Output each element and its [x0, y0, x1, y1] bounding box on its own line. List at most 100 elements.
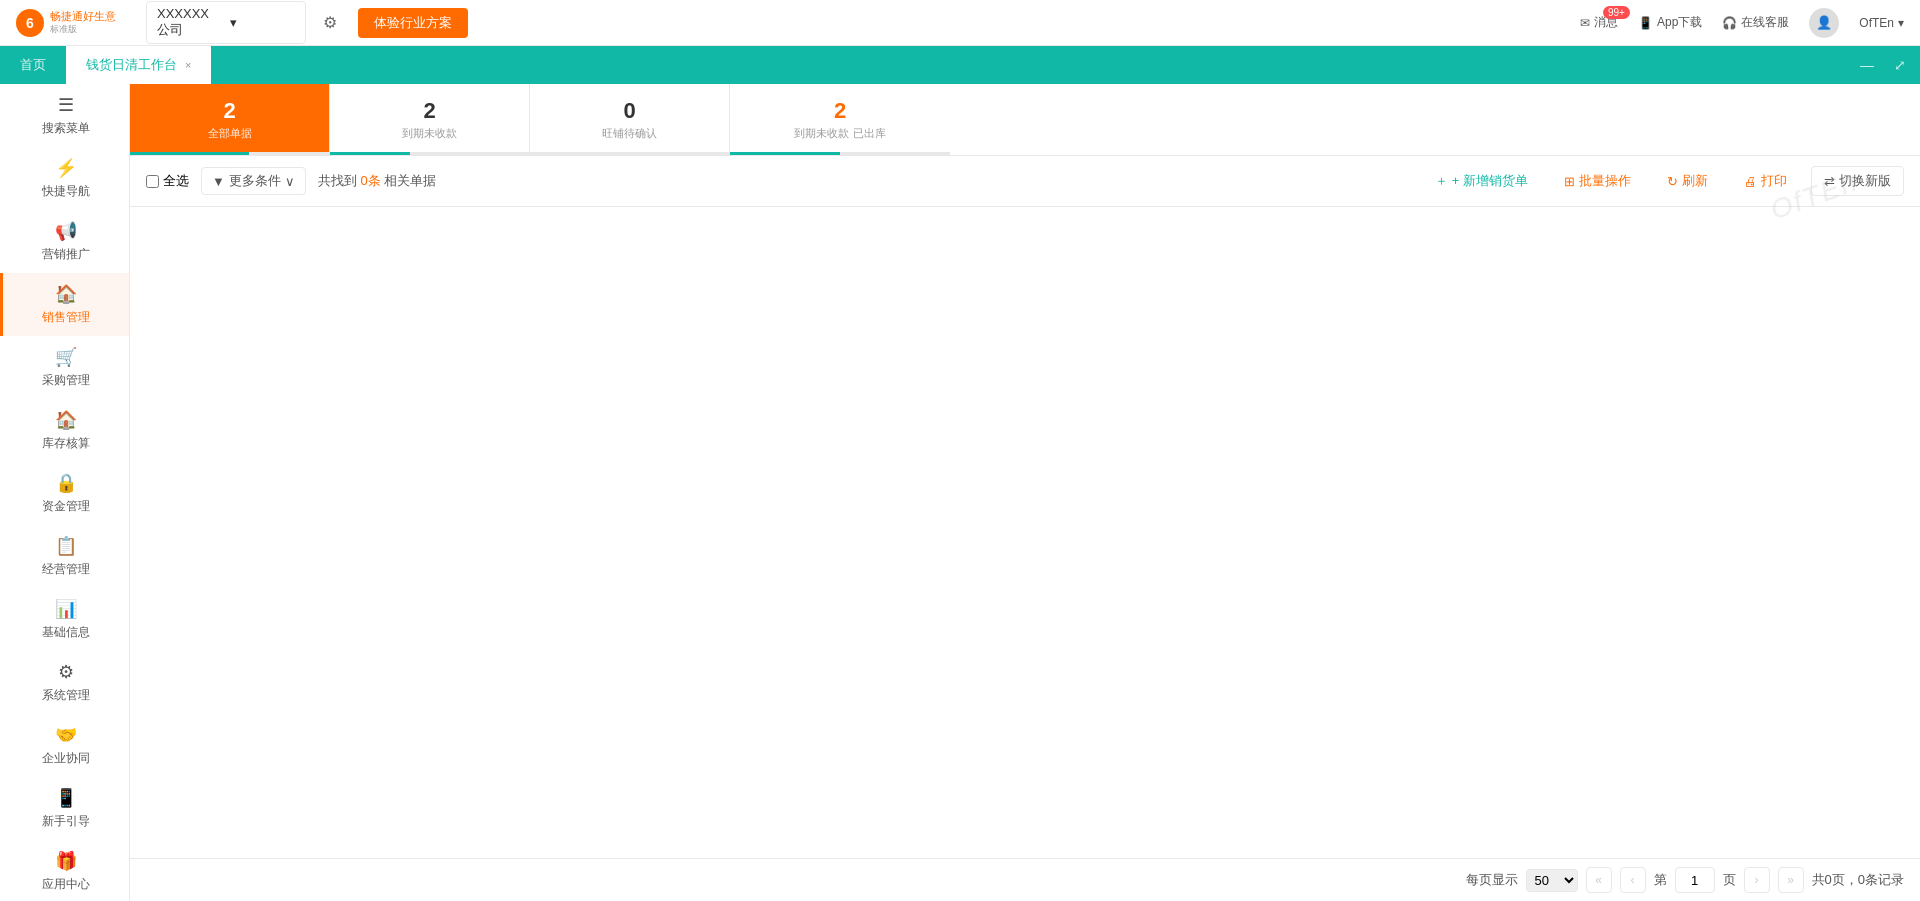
sidebar-item-purchase-label: 采购管理	[42, 372, 90, 389]
logo-icon: 6	[16, 9, 44, 37]
stat-shipped-label: 到期未收款 已出库	[750, 126, 930, 141]
operation-icon: 📋	[55, 535, 77, 557]
toolbar: 全选 ▼ 更多条件 ∨ 共找到 0条 相关单据 ＋ + 新增销货单 ⊞ 批量操作	[130, 156, 1920, 207]
avatar[interactable]: 👤	[1809, 8, 1839, 38]
sidebar-item-finance-label: 资金管理	[42, 498, 90, 515]
found-prefix: 共找到	[318, 173, 357, 188]
sidebar-item-basics[interactable]: 📊 基础信息	[0, 588, 129, 651]
user-name: OfTEn	[1859, 16, 1894, 30]
batch-label: 批量操作	[1579, 172, 1631, 190]
select-all-input[interactable]	[146, 175, 159, 188]
sidebar-item-marketing[interactable]: 📢 营销推广	[0, 210, 129, 273]
refresh-button[interactable]: ↻ 刷新	[1655, 167, 1720, 195]
stat-overdue-progress-bar	[330, 152, 410, 155]
user-dropdown-icon: ▾	[1898, 16, 1904, 30]
trial-button[interactable]: 体验行业方案	[358, 8, 468, 38]
online-service-label: 在线客服	[1741, 14, 1789, 31]
prev-page-button[interactable]: ‹	[1620, 867, 1646, 893]
messages-badge: 99+	[1603, 6, 1630, 19]
window-minimize-btn[interactable]: —	[1854, 53, 1880, 77]
refresh-icon: ↻	[1667, 174, 1678, 189]
settings-button[interactable]: ⚙	[314, 7, 346, 39]
stat-card-wangpu[interactable]: 0 旺铺待确认	[530, 84, 730, 155]
system-icon: ⚙	[58, 661, 74, 683]
logo-name: 畅捷通好生意	[50, 9, 116, 23]
user-name-area[interactable]: OfTEn ▾	[1859, 16, 1904, 30]
sidebar-item-search-menu[interactable]: ☰ 搜索菜单	[0, 84, 129, 147]
dropdown-icon: ▾	[230, 15, 295, 30]
stat-card-all[interactable]: 2 全部单据	[130, 84, 330, 155]
page-input[interactable]	[1675, 867, 1715, 893]
app-download-label: App下载	[1657, 14, 1702, 31]
per-page-select[interactable]: 50 20 100	[1526, 869, 1578, 892]
table-area	[130, 207, 1920, 858]
company-selector[interactable]: XXXXXX公司 ▾	[146, 1, 306, 44]
switch-version-button[interactable]: ⇄ 切换新版	[1811, 166, 1904, 196]
stat-shipped-progress	[730, 152, 950, 155]
main-layout: ☰ 搜索菜单 ⚡ 快捷导航 📢 营销推广 🏠 销售管理 🛒 采购管理 🏠 库存核…	[0, 84, 1920, 901]
select-all-checkbox[interactable]: 全选	[146, 172, 189, 190]
nav-tabs: 首页 钱货日清工作台 × — ⤢	[0, 46, 1920, 84]
appstore-icon: 🎁	[55, 850, 77, 872]
select-all-label: 全选	[163, 172, 189, 190]
settings-icon: ⚙	[323, 13, 337, 32]
sidebar-item-purchase[interactable]: 🛒 采购管理	[0, 336, 129, 399]
sidebar-item-cooperation[interactable]: 🤝 企业协同	[0, 714, 129, 777]
logo-area: 6 畅捷通好生意 标准版	[16, 9, 146, 37]
tab-home-label: 首页	[20, 56, 46, 74]
found-suffix: 相关单据	[384, 173, 436, 188]
first-page-button[interactable]: «	[1586, 867, 1612, 893]
refresh-label: 刷新	[1682, 172, 1708, 190]
total-text: 共0页，0条记录	[1812, 871, 1904, 889]
batch-icon: ⊞	[1564, 174, 1575, 189]
last-page-button[interactable]: »	[1778, 867, 1804, 893]
stat-wangpu-label: 旺铺待确认	[550, 126, 709, 141]
app-download-button[interactable]: 📱 App下载	[1638, 14, 1702, 31]
online-service-button[interactable]: 🎧 在线客服	[1722, 14, 1789, 31]
switch-version-label: 切换新版	[1839, 172, 1891, 190]
stat-wangpu-progress	[530, 152, 729, 155]
stat-progress-bar	[130, 152, 249, 155]
sidebar-item-guide-label: 新手引导	[42, 813, 90, 830]
sidebar-item-finance[interactable]: 🔒 资金管理	[0, 462, 129, 525]
top-right-area: ✉ 消息 99+ 📱 App下载 🎧 在线客服 👤 OfTEn ▾	[1580, 8, 1904, 38]
sidebar-item-sales[interactable]: 🏠 销售管理	[0, 273, 129, 336]
batch-button[interactable]: ⊞ 批量操作	[1552, 167, 1643, 195]
sidebar-item-appstore[interactable]: 🎁 应用中心	[0, 840, 129, 901]
window-maximize-btn[interactable]: ⤢	[1888, 53, 1912, 77]
stat-card-shipped[interactable]: 2 到期未收款 已出库	[730, 84, 950, 155]
more-filter-button[interactable]: ▼ 更多条件 ∨	[201, 167, 306, 195]
page-suffix: 页	[1723, 871, 1736, 889]
sidebar-item-quick-nav-label: 快捷导航	[42, 183, 90, 200]
tab-workbench[interactable]: 钱货日清工作台 ×	[66, 46, 211, 84]
nav-tabs-right: — ⤢	[1854, 53, 1920, 77]
stat-shipped-progress-bar	[730, 152, 840, 155]
tab-close-icon[interactable]: ×	[185, 59, 191, 71]
prev-page-icon: ‹	[1631, 873, 1635, 887]
sidebar-item-system[interactable]: ⚙ 系统管理	[0, 651, 129, 714]
sidebar-item-operation[interactable]: 📋 经营管理	[0, 525, 129, 588]
headset-icon: 🎧	[1722, 16, 1737, 30]
tab-home[interactable]: 首页	[0, 46, 66, 84]
print-button[interactable]: 🖨 打印	[1732, 167, 1799, 195]
sidebar-item-guide[interactable]: 📱 新手引导	[0, 777, 129, 840]
stat-all-number: 2	[150, 98, 309, 124]
basics-icon: 📊	[55, 598, 77, 620]
sidebar-item-quick-nav[interactable]: ⚡ 快捷导航	[0, 147, 129, 210]
sidebar-item-basics-label: 基础信息	[42, 624, 90, 641]
next-page-icon: ›	[1755, 873, 1759, 887]
message-icon: ✉	[1580, 16, 1590, 30]
next-page-button[interactable]: ›	[1744, 867, 1770, 893]
search-menu-icon: ☰	[58, 94, 74, 116]
add-sales-button[interactable]: ＋ + 新增销货单	[1423, 167, 1540, 195]
sidebar-item-appstore-label: 应用中心	[42, 876, 90, 893]
cooperation-icon: 🤝	[55, 724, 77, 746]
marketing-icon: 📢	[55, 220, 77, 242]
sidebar-item-inventory[interactable]: 🏠 库存核算	[0, 399, 129, 462]
stat-overdue-progress	[330, 152, 529, 155]
sidebar-item-cooperation-label: 企业协同	[42, 750, 90, 767]
messages-button[interactable]: ✉ 消息 99+	[1580, 14, 1618, 31]
first-page-icon: «	[1595, 873, 1602, 887]
stat-card-overdue[interactable]: 2 到期未收款	[330, 84, 530, 155]
app-download-icon: 📱	[1638, 16, 1653, 30]
